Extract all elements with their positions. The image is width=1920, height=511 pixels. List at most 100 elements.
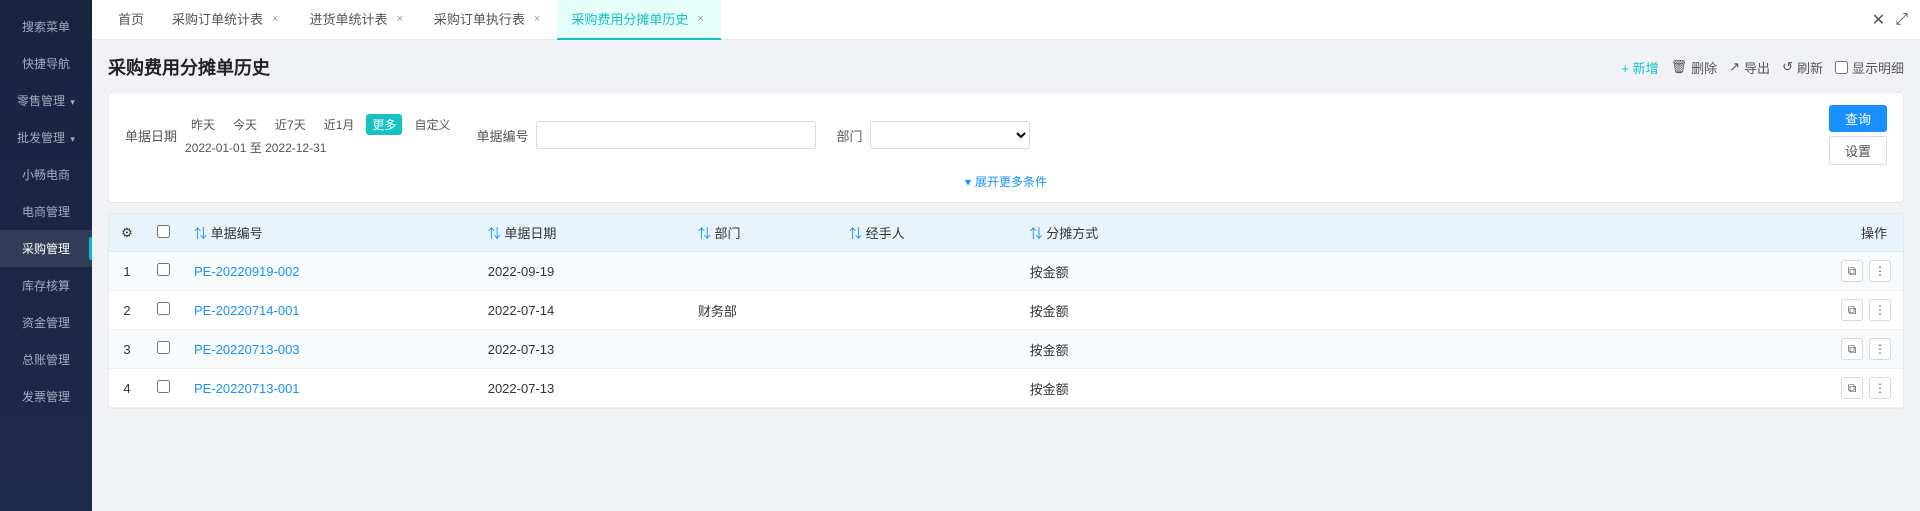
- export-button[interactable]: ↗ 导出: [1729, 58, 1770, 77]
- tab-close-icon[interactable]: ×: [269, 12, 281, 26]
- row-doc-date: 2022-07-13: [476, 369, 686, 408]
- tab-purchase-cost-split[interactable]: 采购费用分摊单历史 ×: [557, 0, 720, 40]
- filter-date-block: 昨天 今天 近7天 近1月 更多 自定义 2022-01-01 至 2022-1…: [185, 114, 456, 156]
- doc-no-link[interactable]: PE-20220713-001: [194, 381, 300, 396]
- row-handler: [837, 252, 1018, 291]
- row-doc-no: PE-20220713-001: [182, 369, 476, 408]
- sidebar-item-label: 库存核算: [4, 277, 88, 294]
- row-action-buttons: ⧉ ⋮: [1747, 377, 1891, 399]
- table-row: 2 PE-20220714-001 2022-07-14 财务部 按金额 ⧉ ⋮: [109, 291, 1903, 330]
- filter-docno-item: 单据编号: [476, 121, 816, 149]
- sidebar-item-invoice[interactable]: 发票管理: [0, 378, 92, 415]
- search-button[interactable]: 查询: [1829, 105, 1887, 132]
- sort-icon: ⇅: [1030, 226, 1043, 241]
- row-split-method: 按金额: [1018, 291, 1736, 330]
- sidebar-item-quick-nav[interactable]: 快捷导航: [0, 45, 92, 82]
- row-copy-button[interactable]: ⧉: [1841, 260, 1863, 282]
- row-more-button[interactable]: ⋮: [1869, 260, 1891, 282]
- col-gear[interactable]: ⚙: [109, 214, 145, 252]
- tab-purchase-order-exec[interactable]: 采购订单执行表 ×: [420, 0, 557, 40]
- row-handler: [837, 369, 1018, 408]
- row-number: 1: [109, 252, 145, 291]
- tab-close-icon[interactable]: ×: [393, 12, 405, 26]
- date-shortcuts: 昨天 今天 近7天 近1月 更多 自定义: [185, 114, 456, 135]
- col-split-method[interactable]: ⇅ 分摊方式: [1018, 214, 1736, 252]
- doc-no-link[interactable]: PE-20220714-001: [194, 303, 300, 318]
- sidebar-item-inventory[interactable]: 库存核算: [0, 267, 92, 304]
- expand-more-btn[interactable]: ▾ 展开更多条件: [125, 173, 1887, 190]
- tab-home-label: 首页: [118, 9, 144, 28]
- sidebar-item-label: 采购管理: [4, 240, 88, 257]
- row-handler: [837, 330, 1018, 369]
- show-cols-checkbox[interactable]: [1835, 61, 1848, 74]
- doc-no-link[interactable]: PE-20220713-003: [194, 342, 300, 357]
- export-icon: ↗: [1729, 59, 1740, 75]
- col-doc-date[interactable]: ⇅ 单据日期: [476, 214, 686, 252]
- row-checkbox[interactable]: [157, 302, 170, 315]
- tab-goods-receipt-stats[interactable]: 进货单统计表 ×: [295, 0, 419, 40]
- sidebar-item-mini-shop[interactable]: 小畅电商: [0, 156, 92, 193]
- date-btn-more[interactable]: 更多: [366, 114, 402, 135]
- col-checkbox: [145, 214, 182, 252]
- tab-label: 采购费用分摊单历史: [571, 9, 688, 28]
- sidebar-item-purchase[interactable]: 采购管理: [0, 230, 92, 267]
- sidebar-item-finance[interactable]: 资金管理: [0, 304, 92, 341]
- row-action-buttons: ⧉ ⋮: [1747, 260, 1891, 282]
- restore-window-icon[interactable]: ⤢: [1895, 11, 1908, 29]
- close-window-icon[interactable]: ✕: [1872, 10, 1885, 30]
- tab-close-icon[interactable]: ×: [694, 12, 706, 26]
- sidebar-item-ledger[interactable]: 总账管理: [0, 341, 92, 378]
- row-copy-button[interactable]: ⧉: [1841, 299, 1863, 321]
- row-checkbox-cell: [145, 291, 182, 330]
- expand-more-label: 展开更多条件: [975, 173, 1047, 190]
- tab-close-icon[interactable]: ×: [531, 12, 543, 26]
- sidebar-item-retail[interactable]: 零售管理 ▾: [0, 82, 92, 119]
- delete-button[interactable]: 🗑 删除: [1671, 58, 1718, 77]
- table-row: 3 PE-20220713-003 2022-07-13 按金额 ⧉ ⋮: [109, 330, 1903, 369]
- sidebar-item-ecommerce[interactable]: 电商管理: [0, 193, 92, 230]
- setting-button[interactable]: 设置: [1829, 136, 1887, 165]
- doc-no-link[interactable]: PE-20220919-002: [194, 264, 300, 279]
- refresh-icon: ↺: [1782, 59, 1793, 75]
- col-doc-no[interactable]: ⇅ 单据编号: [182, 214, 476, 252]
- row-more-button[interactable]: ⋮: [1869, 299, 1891, 321]
- filter-right-actions: 查询 设置: [1829, 105, 1887, 165]
- date-btn-1month[interactable]: 近1月: [318, 114, 361, 135]
- sidebar-item-search[interactable]: 搜索菜单: [0, 8, 92, 45]
- row-more-button[interactable]: ⋮: [1869, 377, 1891, 399]
- refresh-button[interactable]: ↺ 刷新: [1782, 58, 1823, 77]
- sidebar-item-label: 零售管理 ▾: [4, 92, 88, 109]
- date-btn-7days[interactable]: 近7天: [269, 114, 312, 135]
- select-all-checkbox[interactable]: [157, 225, 170, 238]
- row-actions: ⧉ ⋮: [1735, 252, 1903, 291]
- row-dept: 财务部: [686, 291, 837, 330]
- tab-home[interactable]: 首页: [104, 0, 158, 40]
- row-checkbox[interactable]: [157, 263, 170, 276]
- row-copy-button[interactable]: ⧉: [1841, 377, 1863, 399]
- row-checkbox[interactable]: [157, 341, 170, 354]
- row-doc-no: PE-20220919-002: [182, 252, 476, 291]
- page-title: 采购费用分摊单历史: [108, 54, 270, 80]
- col-handler[interactable]: ⇅ 经手人: [837, 214, 1018, 252]
- sidebar-item-label: 发票管理: [4, 388, 88, 405]
- date-btn-custom[interactable]: 自定义: [408, 114, 456, 135]
- sidebar-item-wholesale[interactable]: 批发管理 ▾: [0, 119, 92, 156]
- add-button[interactable]: + 新增: [1621, 58, 1658, 77]
- row-checkbox-cell: [145, 330, 182, 369]
- sort-icon: ⇅: [488, 226, 501, 241]
- filter-docno-input[interactable]: [536, 121, 816, 149]
- row-split-method: 按金额: [1018, 330, 1736, 369]
- row-checkbox[interactable]: [157, 380, 170, 393]
- filter-dept-select[interactable]: [870, 121, 1030, 149]
- row-action-buttons: ⧉ ⋮: [1747, 299, 1891, 321]
- date-btn-today[interactable]: 今天: [227, 114, 263, 135]
- col-dept[interactable]: ⇅ 部门: [686, 214, 837, 252]
- show-cols-toggle[interactable]: 显示明细: [1835, 58, 1904, 77]
- row-split-method: 按金额: [1018, 252, 1736, 291]
- row-more-button[interactable]: ⋮: [1869, 338, 1891, 360]
- tab-purchase-order-stats[interactable]: 采购订单统计表 ×: [158, 0, 295, 40]
- tab-label: 采购订单统计表: [172, 9, 263, 28]
- date-btn-yesterday[interactable]: 昨天: [185, 114, 221, 135]
- row-copy-button[interactable]: ⧉: [1841, 338, 1863, 360]
- row-doc-date: 2022-07-14: [476, 291, 686, 330]
